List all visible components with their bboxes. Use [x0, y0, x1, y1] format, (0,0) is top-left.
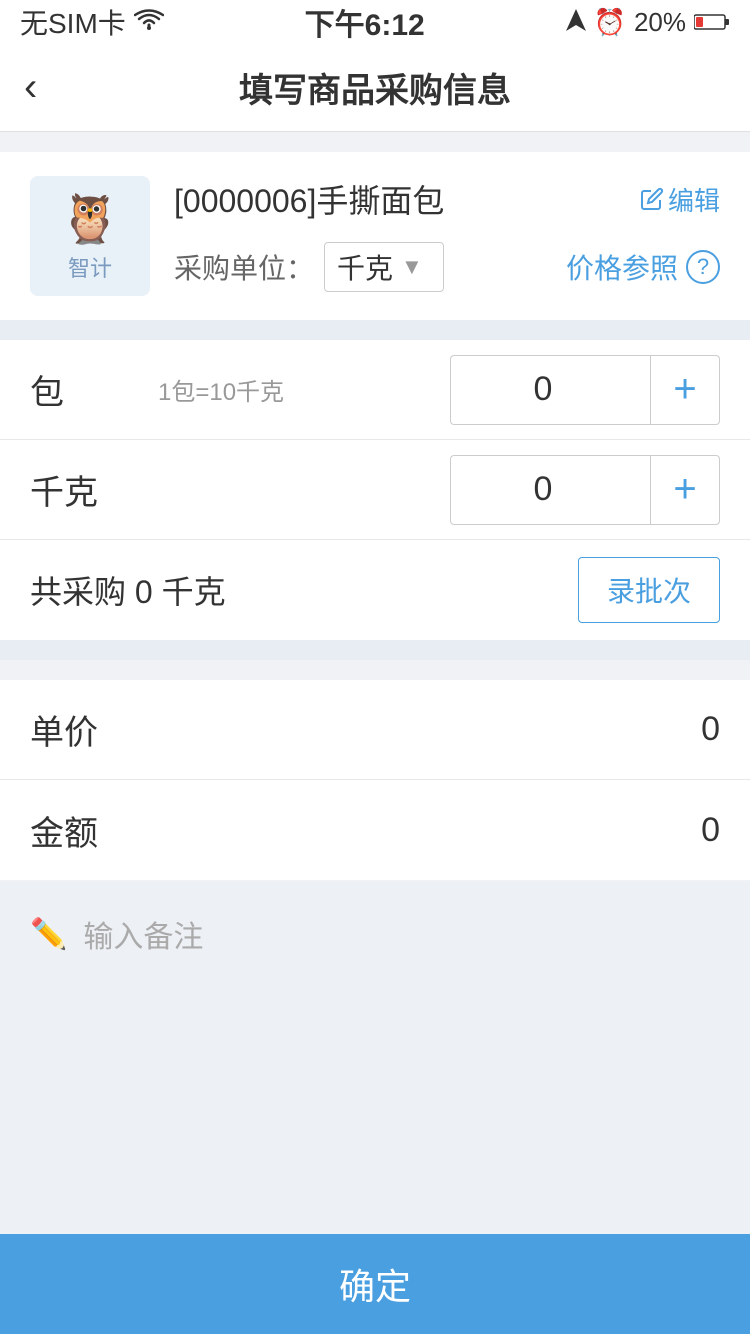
product-name: [0000006]手撕面包	[174, 176, 444, 222]
unit-price-row: 单价 0	[0, 680, 750, 780]
edit-label: 编辑	[668, 181, 720, 218]
remark-section[interactable]: ✏️ 输入备注	[0, 882, 750, 986]
kg-plus-button[interactable]: +	[650, 455, 720, 525]
carrier-label: 无SIM卡	[20, 2, 126, 42]
product-info: [0000006]手撕面包 编辑 采购单位： 千克 ▼ 价格参照 ?	[174, 176, 720, 292]
bag-input-row: 包 1包=10千克 +	[0, 340, 750, 440]
unit-label-text: 采购单位：	[174, 247, 314, 287]
page-title: 填写商品采购信息	[239, 63, 511, 112]
product-thumbnail: 🦉 智计	[30, 176, 150, 296]
kg-input[interactable]	[450, 455, 650, 525]
product-card: 🦉 智计 [0000006]手撕面包 编辑 采购单位： 千克 ▼	[0, 152, 750, 320]
status-bar: 无SIM卡 下午6:12 ⏰ 20%	[0, 0, 750, 44]
kg-input-row: 千克 +	[0, 440, 750, 540]
kg-input-wrap: +	[450, 455, 720, 525]
product-name-row: [0000006]手撕面包 编辑	[174, 176, 720, 222]
unit-price-label: 单价	[30, 705, 98, 754]
gps-icon	[566, 7, 586, 38]
unit-select[interactable]: 千克 ▼	[324, 242, 444, 292]
batch-button[interactable]: 录批次	[578, 557, 720, 623]
unit-select-arrow: ▼	[401, 254, 423, 280]
unit-value: 千克	[337, 247, 393, 287]
unit-price-value: 0	[701, 710, 720, 749]
edit-button[interactable]: 编辑	[640, 181, 720, 218]
summary-row: 共采购 0 千克 录批次	[0, 540, 750, 640]
amount-label: 金额	[30, 806, 98, 855]
summary-text: 共采购 0 千克	[30, 567, 226, 613]
price-ref-button[interactable]: 价格参照 ?	[566, 247, 720, 287]
nav-bar: ‹ 填写商品采购信息	[0, 44, 750, 132]
section-divider-1	[0, 320, 750, 340]
bag-label: 包	[30, 365, 150, 414]
remark-placeholder: 输入备注	[83, 912, 203, 956]
product-thumb-text: 智计	[68, 251, 112, 283]
wifi-icon	[134, 6, 164, 38]
input-section: 包 1包=10千克 + 千克 +	[0, 340, 750, 540]
price-ref-help-icon: ?	[686, 250, 720, 284]
bag-sublabel: 1包=10千克	[158, 372, 450, 407]
confirm-button-label: 确定	[339, 1258, 411, 1310]
confirm-button[interactable]: 确定	[0, 1234, 750, 1334]
status-right: ⏰ 20%	[566, 7, 730, 38]
amount-value: 0	[701, 811, 720, 850]
bag-input-wrap: +	[450, 355, 720, 425]
status-time: 下午6:12	[305, 0, 425, 44]
battery-icon	[694, 7, 730, 38]
status-left: 无SIM卡	[20, 2, 164, 42]
unit-label: 采购单位： 千克 ▼	[174, 242, 444, 292]
amount-row: 金额 0	[0, 780, 750, 880]
alarm-icon: ⏰	[594, 7, 626, 38]
kg-label: 千克	[30, 465, 150, 514]
section-divider-2	[0, 640, 750, 660]
battery-percent: 20%	[634, 7, 686, 38]
bag-input[interactable]	[450, 355, 650, 425]
product-unit-row: 采购单位： 千克 ▼ 价格参照 ?	[174, 242, 720, 292]
back-button[interactable]: ‹	[24, 65, 37, 110]
bag-plus-button[interactable]: +	[650, 355, 720, 425]
price-section: 单价 0 金额 0	[0, 680, 750, 880]
remark-icon: ✏️	[30, 917, 67, 952]
product-thumb-icon: 🦉	[60, 190, 120, 247]
price-ref-label: 价格参照	[566, 247, 678, 287]
